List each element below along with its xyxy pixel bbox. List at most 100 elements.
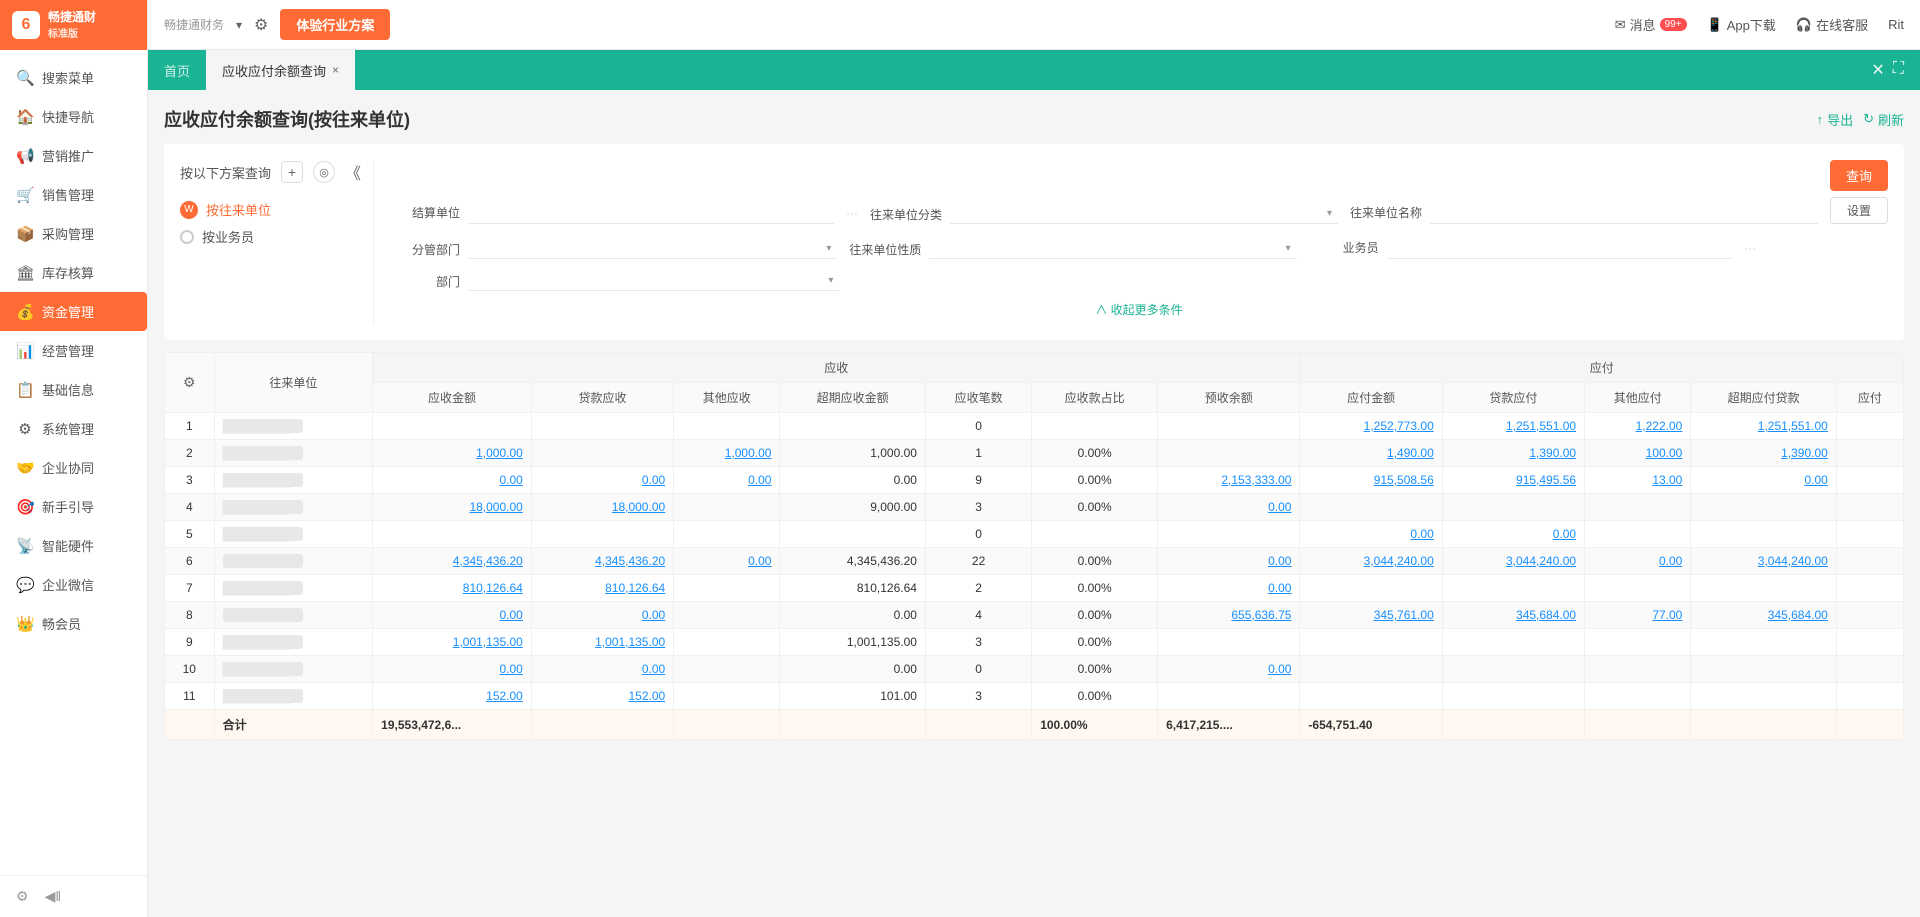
filter-option-by-staff[interactable]: 按业务员 xyxy=(180,223,361,250)
table-cell-link[interactable]: 4,345,436.20 xyxy=(453,554,523,568)
table-cell-link[interactable]: 0.00 xyxy=(499,662,522,676)
export-button[interactable]: ↑ 导出 xyxy=(1817,110,1854,129)
table-cell-link[interactable]: 345,684.00 xyxy=(1516,608,1576,622)
sidebar-item-sales[interactable]: 🛒 销售管理 xyxy=(0,175,147,214)
table-cell-link[interactable]: 915,508.56 xyxy=(1374,473,1434,487)
table-cell-link[interactable]: 0.00 xyxy=(1268,554,1291,568)
filter-option-by-unit[interactable]: W 按往来单位 xyxy=(180,196,361,223)
table-cell-link[interactable]: 1,000.00 xyxy=(476,446,523,460)
collapse-sidebar-icon[interactable]: ◀‖ xyxy=(45,888,62,905)
sidebar-item-enterprise[interactable]: 🤝 企业协同 xyxy=(0,448,147,487)
dept-manager-select[interactable]: ▾ xyxy=(468,239,837,259)
table-cell-link[interactable]: 1,490.00 xyxy=(1387,446,1434,460)
sidebar-item-quick[interactable]: 🏠 快捷导航 xyxy=(0,97,147,136)
table-cell-link[interactable]: 0.00 xyxy=(642,662,665,676)
table-cell-link[interactable]: 1,222.00 xyxy=(1636,419,1683,433)
table-cell-link[interactable]: 0.00 xyxy=(499,473,522,487)
table-cell-link[interactable]: 0.00 xyxy=(748,473,771,487)
filter-scheme-button[interactable]: ◎ xyxy=(313,161,335,183)
salesperson-dots[interactable]: ··· xyxy=(1744,241,1756,255)
sidebar-item-marketing[interactable]: 📢 营销推广 xyxy=(0,136,147,175)
table-cell-link[interactable]: 1,000.00 xyxy=(725,446,772,460)
tab-query[interactable]: 应收应付余额查询 × xyxy=(206,50,355,90)
table-cell-link[interactable]: 0.00 xyxy=(499,608,522,622)
table-cell-link[interactable]: 345,684.00 xyxy=(1768,608,1828,622)
sidebar-item-search[interactable]: 🔍 搜索菜单 xyxy=(0,58,147,97)
cta-button[interactable]: 体验行业方案 xyxy=(280,9,390,40)
user-avatar-area[interactable]: Rit xyxy=(1888,17,1904,32)
sidebar-item-finance[interactable]: 💰 资金管理 xyxy=(0,292,147,331)
settings-button[interactable]: 设置 xyxy=(1830,197,1888,224)
sidebar-item-inventory[interactable]: 🏛 库存核算 xyxy=(0,253,147,292)
department-select[interactable]: ▾ xyxy=(468,271,839,291)
table-cell-link[interactable]: 0.00 xyxy=(642,608,665,622)
table-cell-link[interactable]: 18,000.00 xyxy=(612,500,665,514)
table-cell-link[interactable]: 345,761.00 xyxy=(1374,608,1434,622)
table-cell-link[interactable]: 1,390.00 xyxy=(1781,446,1828,460)
sidebar-item-purchase[interactable]: 📦 采购管理 xyxy=(0,214,147,253)
table-cell-link[interactable]: 1,390.00 xyxy=(1529,446,1576,460)
table-cell-link[interactable]: 152.00 xyxy=(628,689,665,703)
table-cell-link[interactable]: 1,252,773.00 xyxy=(1364,419,1434,433)
table-cell-link[interactable]: 0.00 xyxy=(1268,581,1291,595)
partner-name-input[interactable] xyxy=(1430,201,1818,224)
table-settings-icon[interactable]: ⚙ xyxy=(183,374,196,390)
tab-home[interactable]: 首页 xyxy=(148,50,206,90)
table-cell-link[interactable]: 0.00 xyxy=(1268,662,1291,676)
table-cell-link[interactable]: 2,153,333.00 xyxy=(1221,473,1291,487)
app-name: 畅捷通财 xyxy=(48,10,96,26)
message-button[interactable]: ✉ 消息 99+ xyxy=(1615,15,1687,34)
table-cell-link[interactable]: 13.00 xyxy=(1652,473,1682,487)
table-cell-link[interactable]: 3,044,240.00 xyxy=(1364,554,1434,568)
table-cell-link[interactable]: 18,000.00 xyxy=(469,500,522,514)
table-cell-link[interactable]: 0.00 xyxy=(642,473,665,487)
table-cell-link[interactable]: 3,044,240.00 xyxy=(1506,554,1576,568)
table-cell-link[interactable]: 0.00 xyxy=(1804,473,1827,487)
tab-close-window-icon[interactable]: ✕ xyxy=(1871,60,1884,80)
table-cell-link[interactable]: 1,001,135.00 xyxy=(453,635,523,649)
table-cell-link[interactable]: 810,126.64 xyxy=(605,581,665,595)
partner-category-select[interactable]: ▾ xyxy=(950,204,1338,224)
partner-nature-select[interactable]: ▾ xyxy=(929,239,1296,259)
refresh-label: 刷新 xyxy=(1878,110,1904,129)
table-cell-link[interactable]: 655,636.75 xyxy=(1231,608,1291,622)
table-cell-link[interactable]: 0.00 xyxy=(1659,554,1682,568)
filter-collapse-button[interactable]: 《 xyxy=(345,160,361,184)
salesperson-input[interactable] xyxy=(1387,236,1732,259)
collapse-more-button[interactable]: ∧ 收起更多条件 xyxy=(390,295,1888,324)
table-cell-link[interactable]: 152.00 xyxy=(486,689,523,703)
table-cell-link[interactable]: 4,345,436.20 xyxy=(595,554,665,568)
table-cell-link[interactable]: 0.00 xyxy=(1553,527,1576,541)
online-service-button[interactable]: 🎧 在线客服 xyxy=(1796,15,1868,34)
sidebar-item-system[interactable]: ⚙ 系统管理 xyxy=(0,409,147,448)
table-cell-link[interactable]: 0.00 xyxy=(1410,527,1433,541)
tab-close-icon[interactable]: × xyxy=(332,63,339,77)
table-cell-link[interactable]: 77.00 xyxy=(1652,608,1682,622)
settings-bottom-icon[interactable]: ⚙ xyxy=(16,888,29,905)
sidebar-item-hardware[interactable]: 📡 智能硬件 xyxy=(0,526,147,565)
table-cell-link[interactable]: 100.00 xyxy=(1646,446,1683,460)
table-cell-link[interactable]: 3,044,240.00 xyxy=(1758,554,1828,568)
filter-add-button[interactable]: + xyxy=(281,161,303,183)
sidebar-item-operations[interactable]: 📊 经营管理 xyxy=(0,331,147,370)
refresh-button[interactable]: ↻ 刷新 xyxy=(1863,110,1904,129)
settlement-unit-input[interactable] xyxy=(468,201,834,224)
query-button[interactable]: 查询 xyxy=(1830,160,1888,191)
sidebar-item-basic[interactable]: 📋 基础信息 xyxy=(0,370,147,409)
table-cell-link[interactable]: 915,495.56 xyxy=(1516,473,1576,487)
table-cell-link[interactable]: 1,251,551.00 xyxy=(1506,419,1576,433)
sidebar-item-wechat[interactable]: 💬 企业微信 xyxy=(0,565,147,604)
topbar-dropdown-icon[interactable]: ▾ xyxy=(236,18,242,32)
table-cell-link[interactable]: 0.00 xyxy=(1268,500,1291,514)
table-cell-link[interactable]: 1,251,551.00 xyxy=(1758,419,1828,433)
sidebar-item-member[interactable]: 👑 畅会员 xyxy=(0,604,147,643)
sidebar-item-guide[interactable]: 🎯 新手引导 xyxy=(0,487,147,526)
topbar-gear-icon[interactable]: ⚙ xyxy=(254,15,268,35)
app-download-button[interactable]: 📱 App下载 xyxy=(1707,15,1776,34)
tab-fullscreen-icon[interactable]: ⛶ xyxy=(1893,60,1904,80)
table-cell-link[interactable]: 810,126.64 xyxy=(463,581,523,595)
table-cell-link[interactable]: 1,001,135.00 xyxy=(595,635,665,649)
settlement-unit-dots[interactable]: ··· xyxy=(846,206,858,220)
table-row: 4████████18,000.0018,000.009,000.0030.00… xyxy=(165,494,1904,521)
table-cell-link[interactable]: 0.00 xyxy=(748,554,771,568)
